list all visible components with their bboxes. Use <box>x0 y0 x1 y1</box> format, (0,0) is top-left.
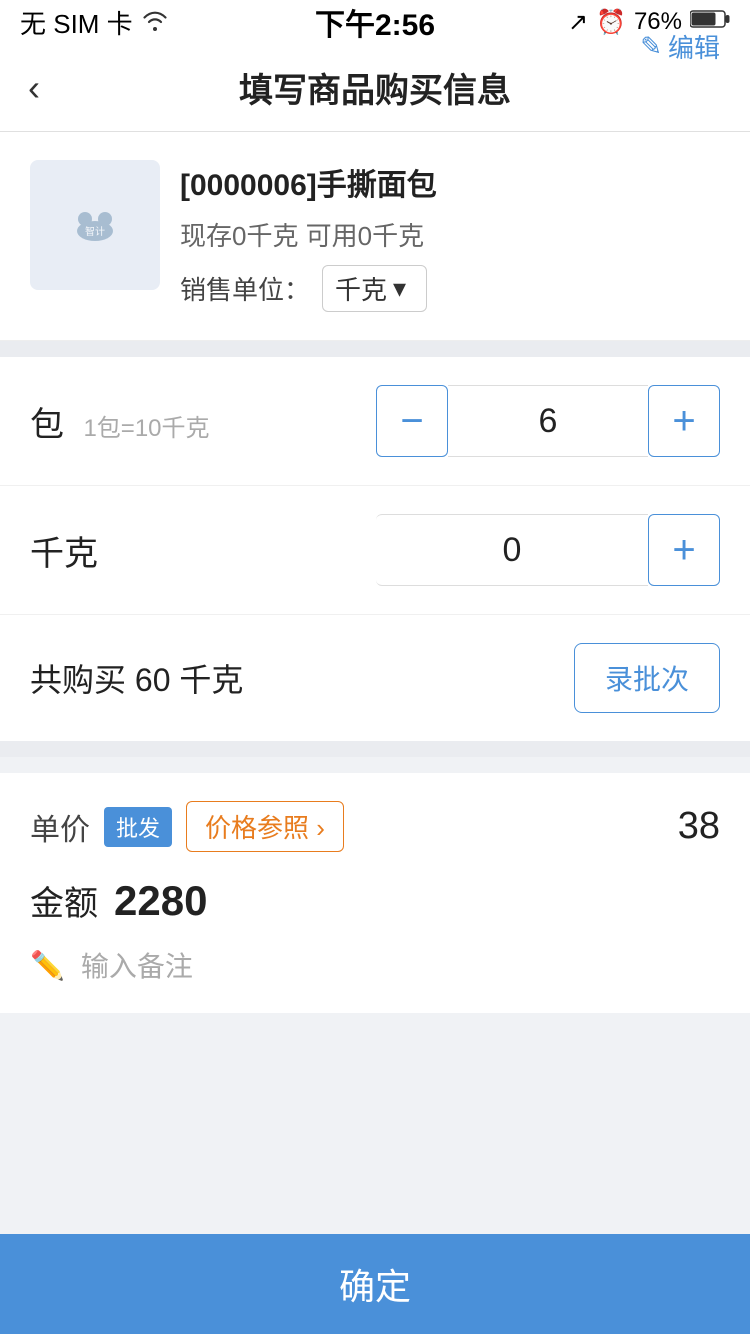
product-info: [0000006]手撕面包 现存0千克 可用0千克 销售单位： 千克 ▾ <box>180 160 720 312</box>
kg-label: 千克 <box>30 526 376 575</box>
alarm-icon: ⏰ <box>596 8 626 37</box>
bao-label: 包 1包=10千克 <box>30 397 376 446</box>
price-left: 单价 批发 价格参照 › <box>30 801 344 852</box>
unit-value: 千克 <box>335 270 387 307</box>
unit-select[interactable]: 千克 ▾ <box>322 265 427 312</box>
dropdown-icon: ▾ <box>393 273 406 304</box>
amount-value: 2280 <box>114 877 207 925</box>
bao-plus-button[interactable]: + <box>648 385 720 457</box>
total-row: 共购买 60 千克 录批次 <box>0 615 750 741</box>
svg-text:智计: 智计 <box>85 225 105 238</box>
status-time: 下午2:56 <box>315 0 435 44</box>
price-row: 单价 批发 价格参照 › 38 <box>30 801 720 852</box>
input-section: 包 1包=10千克 − + 千克 + <box>0 357 750 615</box>
batch-button[interactable]: 录批次 <box>574 643 720 713</box>
kg-row: 千克 + <box>0 486 750 615</box>
remark-row[interactable]: ✏️ 输入备注 <box>30 945 720 985</box>
product-section: 智计 [0000006]手撕面包 现存0千克 可用0千克 销售单位： 千克 ▾ … <box>0 132 750 341</box>
remark-label: 输入备注 <box>81 945 193 985</box>
product-name: [0000006]手撕面包 <box>180 160 720 204</box>
divider-2 <box>0 741 750 757</box>
pencil-icon: ✏️ <box>30 949 65 982</box>
product-stock: 现存0千克 可用0千克 <box>180 216 720 253</box>
kg-control: + <box>376 514 720 586</box>
bao-hint: 1包=10千克 <box>83 415 209 442</box>
location-icon: ↗ <box>568 8 588 37</box>
divider-1 <box>0 341 750 357</box>
edit-button[interactable]: ✎ 编辑 <box>640 28 720 65</box>
product-thumbnail: 智计 <box>30 160 160 290</box>
edit-label: 编辑 <box>668 28 720 65</box>
price-value: 38 <box>678 805 720 848</box>
bao-minus-button[interactable]: − <box>376 385 448 457</box>
price-section: 单价 批发 价格参照 › 38 金额 2280 ✏️ 输入备注 <box>0 773 750 1013</box>
carrier-text: 无 SIM 卡 <box>20 4 133 41</box>
unit-label: 销售单位： <box>180 270 310 307</box>
bao-input[interactable] <box>448 385 648 457</box>
amount-row: 金额 2280 <box>30 876 720 925</box>
page-title: 填写商品购买信息 <box>239 63 511 112</box>
bao-control: − + <box>376 385 720 457</box>
total-text: 共购买 60 千克 <box>30 655 243 701</box>
back-button[interactable]: ‹ <box>28 67 40 109</box>
confirm-button[interactable]: 确定 <box>0 1234 750 1334</box>
nav-bar: ‹ 填写商品购买信息 <box>0 44 750 132</box>
status-bar: 无 SIM 卡 下午2:56 ↗ ⏰ 76% <box>0 0 750 44</box>
kg-input[interactable] <box>376 514 648 586</box>
price-ref-button[interactable]: 价格参照 › <box>186 801 344 852</box>
wifi-icon <box>141 7 169 38</box>
kg-plus-button[interactable]: + <box>648 514 720 586</box>
bao-row: 包 1包=10千克 − + <box>0 357 750 486</box>
product-unit-row: 销售单位： 千克 ▾ <box>180 265 720 312</box>
amount-label: 金额 <box>30 876 98 925</box>
confirm-label: 确定 <box>339 1258 411 1310</box>
status-left: 无 SIM 卡 <box>20 4 169 41</box>
price-badge: 批发 <box>104 807 172 847</box>
price-label: 单价 <box>30 805 90 849</box>
edit-icon: ✎ <box>640 31 662 62</box>
